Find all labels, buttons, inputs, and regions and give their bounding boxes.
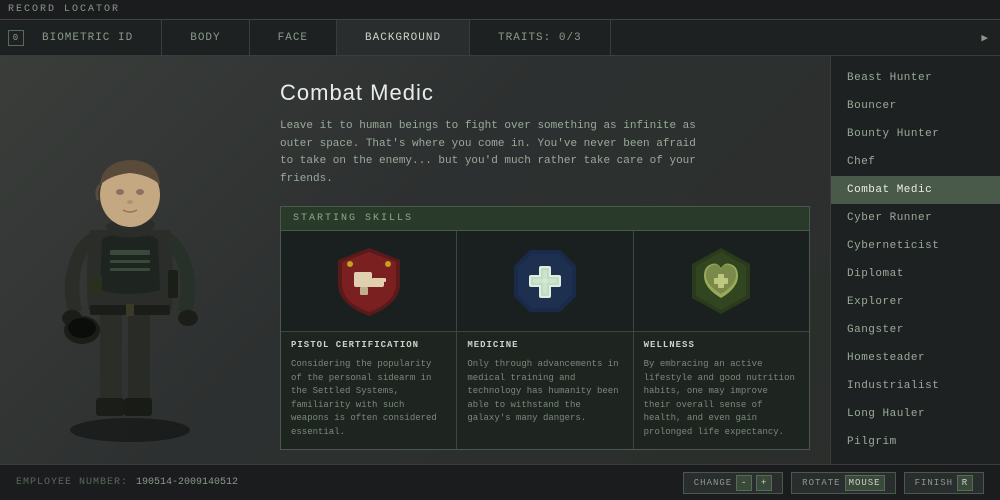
list-item[interactable]: Long Hauler: [831, 400, 1000, 428]
skill-desc-wellness: By embracing an active lifestyle and goo…: [634, 354, 809, 449]
skills-header: STARTING SKILLS: [281, 207, 809, 231]
skill-icon-area-wellness: [634, 231, 809, 331]
background-list-panel: Beast HunterBouncerBounty HunterChefComb…: [830, 56, 1000, 464]
finish-button[interactable]: FINISH R: [904, 472, 984, 494]
character-svg: [20, 70, 240, 450]
finish-key: R: [957, 475, 973, 491]
skill-name-pistol: PISTOL CERTIFICATION: [281, 331, 456, 354]
skill-desc-medicine: Only through advancements in medical tra…: [457, 354, 632, 436]
bottom-bar: EMPLOYEE NUMBER: 190514-2009140512 CHANG…: [0, 464, 1000, 500]
bottom-buttons: CHANGE - + ROTATE MOUSE FINISH R: [683, 472, 984, 494]
tab-key-0: 0: [8, 30, 24, 46]
background-title: Combat Medic: [280, 80, 810, 106]
info-panel: Combat Medic Leave it to human beings to…: [260, 56, 830, 464]
character-figure: [20, 70, 240, 450]
list-item[interactable]: Combat Medic: [831, 176, 1000, 204]
list-item[interactable]: Chef: [831, 148, 1000, 176]
tab-face-label: FACE: [278, 32, 308, 44]
list-item[interactable]: Homesteader: [831, 344, 1000, 372]
character-panel: [0, 56, 260, 464]
background-description: Leave it to human beings to fight over s…: [280, 118, 700, 188]
skill-badge-pistol: [332, 244, 406, 318]
tab-background[interactable]: BACKGROUND: [337, 20, 470, 55]
list-item[interactable]: Bouncer: [831, 92, 1000, 120]
change-button[interactable]: CHANGE - +: [683, 472, 783, 494]
rotate-label: ROTATE: [802, 478, 840, 488]
skill-name-wellness: WELLNESS: [634, 331, 809, 354]
tab-biometric-id[interactable]: 0 BIOMETRIC ID: [0, 20, 162, 55]
list-item[interactable]: Explorer: [831, 288, 1000, 316]
tab-face[interactable]: FACE: [250, 20, 337, 55]
main-content: Combat Medic Leave it to human beings to…: [0, 56, 1000, 464]
list-item[interactable]: Cyberneticist: [831, 232, 1000, 260]
skill-card-wellness: WELLNESS By embracing an active lifestyl…: [634, 231, 809, 449]
skill-card-pistol: PISTOL CERTIFICATION Considering the pop…: [281, 231, 457, 449]
tab-background-label: BACKGROUND: [365, 32, 441, 44]
skill-badge-wellness: [684, 244, 758, 318]
skill-card-medicine: MEDICINE Only through advancements in me…: [457, 231, 633, 449]
list-item[interactable]: Bounty Hunter: [831, 120, 1000, 148]
list-item[interactable]: Industrialist: [831, 372, 1000, 400]
skills-grid: PISTOL CERTIFICATION Considering the pop…: [281, 231, 809, 449]
employee-number: 190514-2009140512: [136, 477, 238, 488]
tab-end-indicator: ▶: [981, 31, 1000, 45]
top-bar: RECORD LOCATOR: [0, 0, 1000, 20]
skill-badge-medicine: [508, 244, 582, 318]
change-label: CHANGE: [694, 478, 732, 488]
skill-icon-area-pistol: [281, 231, 456, 331]
tab-biometric-label: BIOMETRIC ID: [42, 32, 133, 44]
tab-body-label: BODY: [190, 32, 220, 44]
app-title: RECORD LOCATOR: [8, 4, 120, 15]
tab-traits[interactable]: TRAITS: 0/3: [470, 20, 611, 55]
employee-label: EMPLOYEE NUMBER:: [16, 477, 128, 488]
tab-traits-label: TRAITS: 0/3: [498, 32, 582, 44]
list-item[interactable]: Cyber Runner: [831, 204, 1000, 232]
list-item[interactable]: Pilgrim: [831, 428, 1000, 456]
skill-name-medicine: MEDICINE: [457, 331, 632, 354]
skills-section: STARTING SKILLS: [280, 206, 810, 450]
change-key-plus[interactable]: +: [756, 475, 772, 491]
list-item[interactable]: Diplomat: [831, 260, 1000, 288]
rotate-key: MOUSE: [845, 475, 885, 491]
finish-label: FINISH: [915, 478, 953, 488]
change-key-minus[interactable]: -: [736, 475, 752, 491]
tab-body[interactable]: BODY: [162, 20, 249, 55]
list-item[interactable]: Professor: [831, 456, 1000, 464]
list-item[interactable]: Beast Hunter: [831, 64, 1000, 92]
rotate-button[interactable]: ROTATE MOUSE: [791, 472, 895, 494]
list-item[interactable]: Gangster: [831, 316, 1000, 344]
skill-icon-area-medicine: [457, 231, 632, 331]
skill-desc-pistol: Considering the popularity of the person…: [281, 354, 456, 449]
nav-tabs: 0 BIOMETRIC ID BODY FACE BACKGROUND TRAI…: [0, 20, 1000, 56]
